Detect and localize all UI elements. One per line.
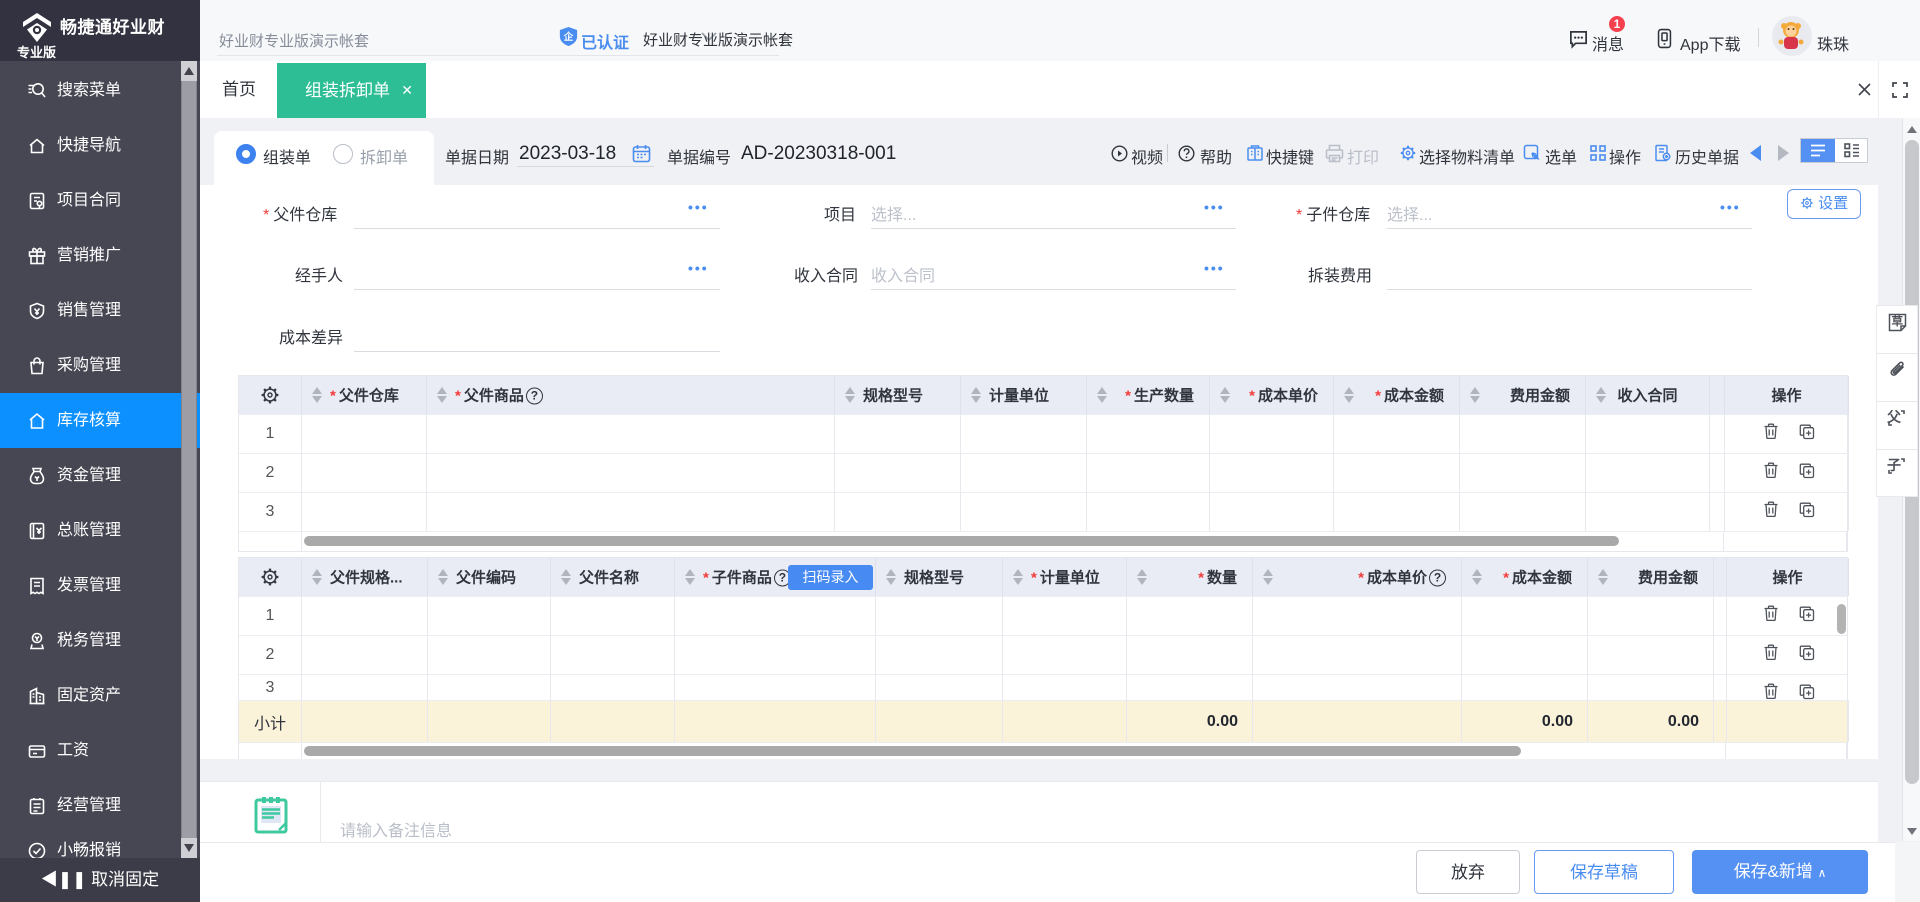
svg-text:草: 草: [1891, 314, 1903, 328]
svg-text:企: 企: [563, 31, 574, 43]
